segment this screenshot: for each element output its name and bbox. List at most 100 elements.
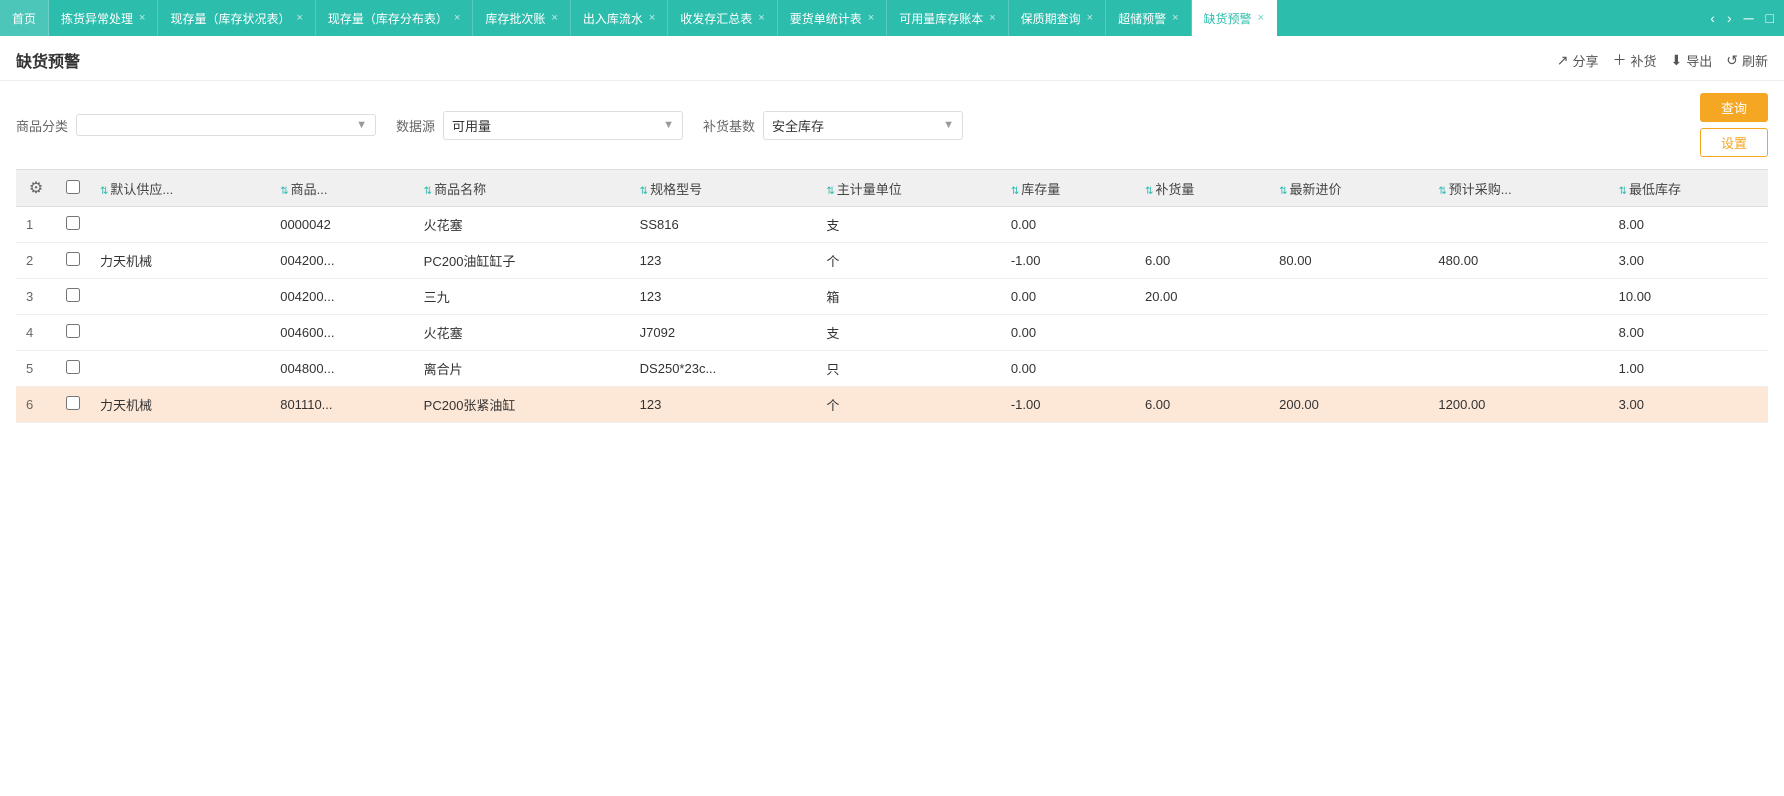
datasource-select-value: 可用量 <box>452 116 491 135</box>
datasource-select[interactable]: 可用量 ▼ <box>443 111 683 140</box>
row-checkbox-cell-4[interactable] <box>56 351 90 387</box>
action-buttons: 查询 设置 <box>1700 93 1768 157</box>
tab-close-3[interactable]: × <box>454 12 460 24</box>
row-supplier-4 <box>90 351 270 387</box>
table-row: 5 004800... 离合片 DS250*23c... 只 0.00 1.00 <box>16 351 1768 387</box>
category-label: 商品分类 <box>16 116 68 135</box>
row-stock-0: 0.00 <box>1001 207 1135 243</box>
row-checkbox-2[interactable] <box>66 288 80 302</box>
tab-close-10[interactable]: × <box>1172 12 1178 24</box>
share-action[interactable]: ↗ 分享 <box>1557 51 1599 70</box>
row-supplier-5: 力天机械 <box>90 387 270 423</box>
col-unit[interactable]: ⇅主计量单位 <box>816 170 1000 207</box>
tab-item-3[interactable]: 现存量（库存分布表）× <box>316 0 473 36</box>
sort-est-icon: ⇅ <box>1438 186 1446 197</box>
col-stock[interactable]: ⇅库存量 <box>1001 170 1135 207</box>
row-replenish-4 <box>1135 351 1269 387</box>
tab-maximize-button[interactable]: □ <box>1760 8 1780 28</box>
row-checkbox-5[interactable] <box>66 396 80 410</box>
row-checkbox-cell-2[interactable] <box>56 279 90 315</box>
table-container: ⚙ ⇅默认供应... ⇅商品... ⇅商品名称 ⇅规格型号 ⇅主计量单位 ⇅库存… <box>0 169 1784 423</box>
row-min-stock-3: 8.00 <box>1609 315 1768 351</box>
row-min-stock-1: 3.00 <box>1609 243 1768 279</box>
settings-button[interactable]: 设置 <box>1700 128 1768 157</box>
row-checkbox-cell-5[interactable] <box>56 387 90 423</box>
tab-next-button[interactable]: › <box>1721 8 1738 28</box>
tab-item-6[interactable]: 收发存汇总表× <box>668 0 777 36</box>
col-product-name[interactable]: ⇅商品名称 <box>414 170 630 207</box>
row-supplier-0 <box>90 207 270 243</box>
col-latest-price[interactable]: ⇅最新进价 <box>1269 170 1428 207</box>
replenish-action[interactable]: ＋ 补货 <box>1612 50 1656 70</box>
tab-close-5[interactable]: × <box>649 12 655 24</box>
row-price-3 <box>1269 315 1428 351</box>
col-est-purchase[interactable]: ⇅预计采购... <box>1428 170 1608 207</box>
tab-item-2[interactable]: 现存量（库存状况表）× <box>158 0 315 36</box>
tab-label-9: 保质期查询 <box>1021 10 1081 27</box>
tab-minimize-button[interactable]: ─ <box>1738 8 1760 28</box>
row-stock-1: -1.00 <box>1001 243 1135 279</box>
tab-item-4[interactable]: 库存批次账× <box>473 0 570 36</box>
col-replenish[interactable]: ⇅补货量 <box>1135 170 1269 207</box>
tab-close-6[interactable]: × <box>758 12 764 24</box>
tab-item-10[interactable]: 超储预警× <box>1106 0 1191 36</box>
query-button[interactable]: 查询 <box>1700 93 1768 122</box>
row-code-1: 004200... <box>270 243 413 279</box>
export-action[interactable]: ⬇ 导出 <box>1671 51 1713 70</box>
row-replenish-1: 6.00 <box>1135 243 1269 279</box>
datasource-label: 数据源 <box>396 116 435 135</box>
row-checkbox-cell-3[interactable] <box>56 315 90 351</box>
row-checkbox-4[interactable] <box>66 360 80 374</box>
col-min-stock[interactable]: ⇅最低库存 <box>1609 170 1768 207</box>
row-checkbox-cell-1[interactable] <box>56 243 90 279</box>
replenish-base-select[interactable]: 安全库存 ▼ <box>763 111 963 140</box>
row-index-0: 1 <box>16 207 56 243</box>
row-price-1: 80.00 <box>1269 243 1428 279</box>
replenish-base-value: 安全库存 <box>772 116 824 135</box>
tab-item-11[interactable]: 缺货预警 × <box>1192 0 1277 36</box>
tab-close-7[interactable]: × <box>868 12 874 24</box>
tab-item-9[interactable]: 保质期查询 × <box>1009 0 1106 36</box>
row-name-3: 火花塞 <box>414 315 630 351</box>
col-select-all[interactable] <box>56 170 90 207</box>
tab-close-8[interactable]: × <box>989 12 995 24</box>
gear-settings-icon[interactable]: ⚙ <box>29 180 43 197</box>
tab-label-11: 缺货预警 <box>1204 10 1252 27</box>
row-min-stock-2: 10.00 <box>1609 279 1768 315</box>
tab-close-9[interactable]: × <box>1087 12 1093 24</box>
tab-close-4[interactable]: × <box>551 12 557 24</box>
tab-close-1[interactable]: × <box>139 12 145 24</box>
tab-close-2[interactable]: × <box>296 12 302 24</box>
share-label: 分享 <box>1572 51 1598 70</box>
row-code-2: 004200... <box>270 279 413 315</box>
tab-item-8[interactable]: 可用量库存账本× <box>887 0 1008 36</box>
tab-item-1[interactable]: 拣货异常处理 × <box>49 0 158 36</box>
row-est-4 <box>1428 351 1608 387</box>
refresh-action[interactable]: ↺ 刷新 <box>1726 51 1768 70</box>
tab-close-11[interactable]: × <box>1258 12 1264 24</box>
tab-prev-button[interactable]: ‹ <box>1704 8 1721 28</box>
row-unit-3: 支 <box>816 315 1000 351</box>
category-select[interactable]: ▼ <box>76 114 376 136</box>
tab-item-5[interactable]: 出入库流水× <box>571 0 668 36</box>
row-est-2 <box>1428 279 1608 315</box>
tab-label-1: 拣货异常处理 <box>61 10 133 27</box>
replenish-base-label: 补货基数 <box>703 116 755 135</box>
col-product-code[interactable]: ⇅商品... <box>270 170 413 207</box>
row-checkbox-cell-0[interactable] <box>56 207 90 243</box>
tab-item-7[interactable]: 要货单统计表× <box>778 0 887 36</box>
row-checkbox-3[interactable] <box>66 324 80 338</box>
refresh-icon: ↺ <box>1726 52 1738 69</box>
col-spec[interactable]: ⇅规格型号 <box>630 170 817 207</box>
select-all-checkbox[interactable] <box>66 180 80 194</box>
tab-item-0[interactable]: 首页 <box>0 0 49 36</box>
row-checkbox-1[interactable] <box>66 252 80 266</box>
row-est-1: 480.00 <box>1428 243 1608 279</box>
col-supplier[interactable]: ⇅默认供应... <box>90 170 270 207</box>
row-checkbox-0[interactable] <box>66 216 80 230</box>
sort-supplier-icon: ⇅ <box>100 186 108 197</box>
table-row: 4 004600... 火花塞 J7092 支 0.00 8.00 <box>16 315 1768 351</box>
row-name-2: 三九 <box>414 279 630 315</box>
datasource-dropdown-icon: ▼ <box>663 119 674 131</box>
row-stock-2: 0.00 <box>1001 279 1135 315</box>
